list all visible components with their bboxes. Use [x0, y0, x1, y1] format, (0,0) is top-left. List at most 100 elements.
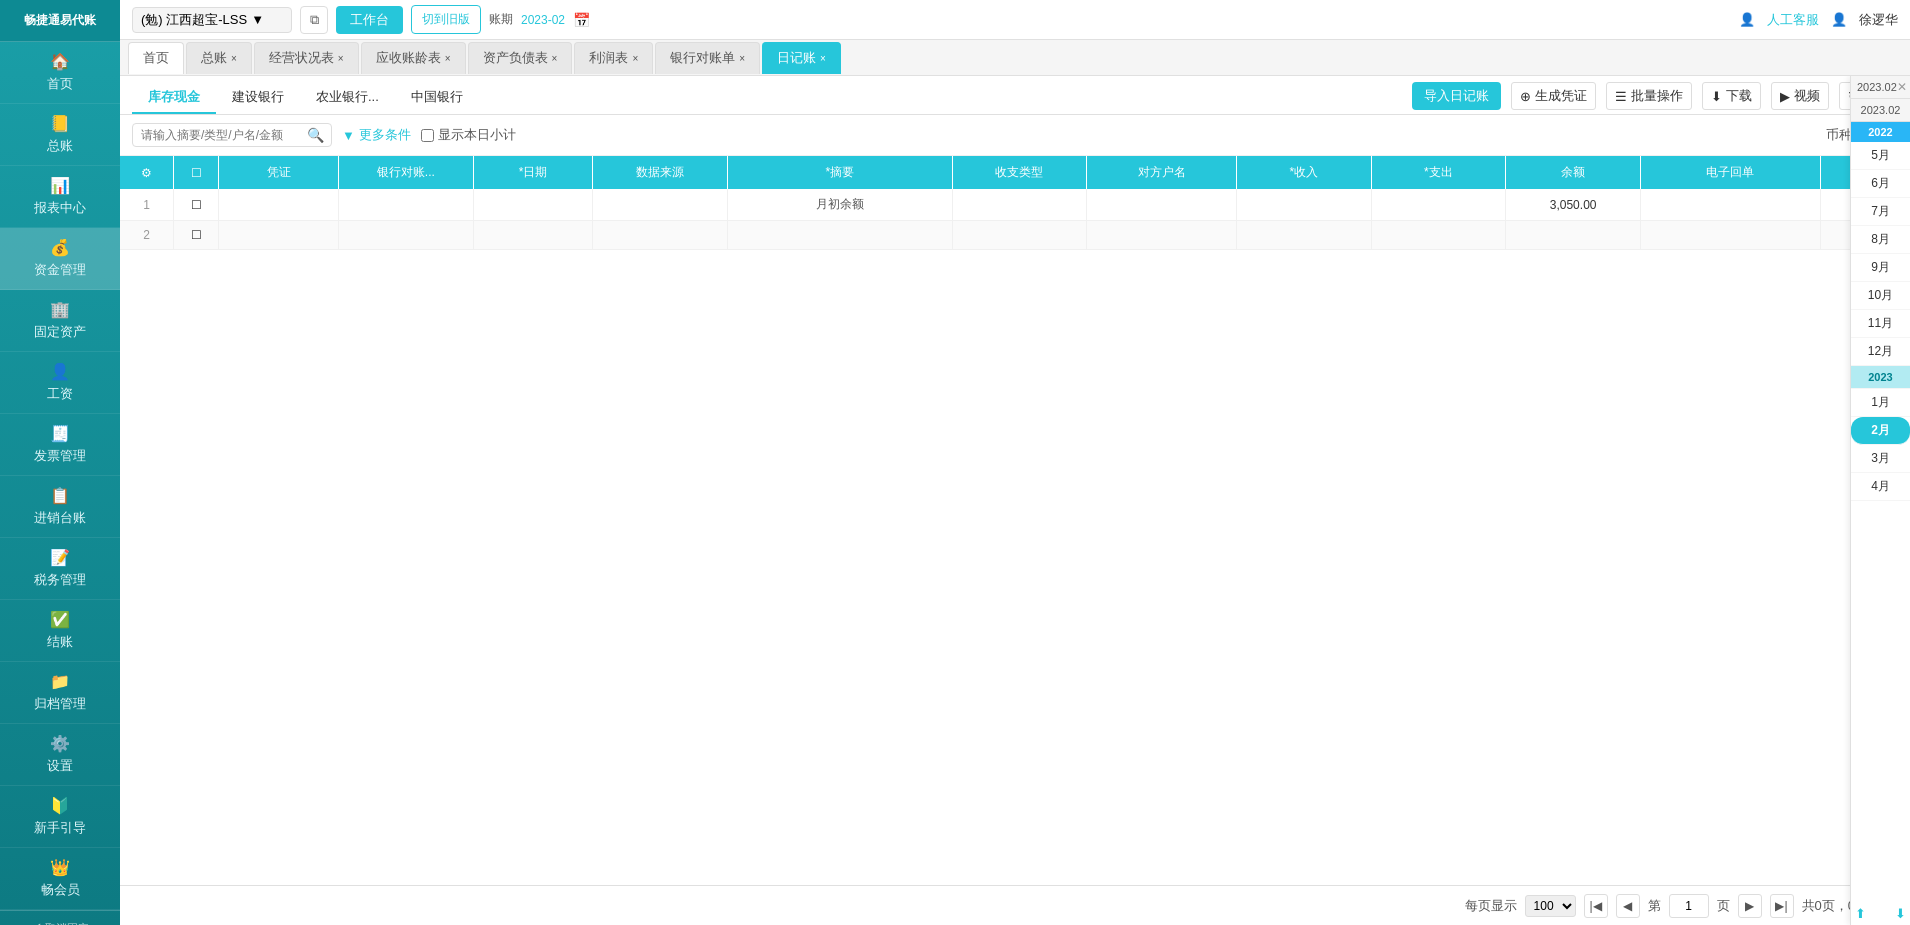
search-input[interactable] [132, 123, 332, 147]
row2-check[interactable]: ☐ [174, 221, 219, 250]
tab-status[interactable]: 经营状况表 × [254, 42, 359, 74]
subtab-abc[interactable]: 农业银行... [300, 82, 395, 114]
col-setting[interactable]: ⚙ [120, 156, 174, 189]
tab-home[interactable]: 首页 [128, 42, 184, 74]
month-8[interactable]: 8月 [1851, 226, 1910, 254]
page-size-select[interactable]: 100 50 200 [1525, 895, 1576, 917]
close-tab-receivable[interactable]: × [445, 53, 451, 64]
main-area: (勉) 江西超宝-LSS ▼ ⧉ 工作台 切到旧版 账期 2023-02 📅 👤… [120, 0, 1910, 925]
subtab-ccb[interactable]: 建设银行 [216, 82, 300, 114]
tab-profit[interactable]: 利润表 × [574, 42, 653, 74]
sidebar-item-guide[interactable]: 🔰 新手引导 [0, 786, 120, 848]
close-tab-status[interactable]: × [338, 53, 344, 64]
tax-icon: 📝 [50, 548, 70, 567]
first-page-button[interactable]: |◀ [1584, 894, 1608, 918]
row2-voucher [219, 221, 339, 250]
sidebar-item-ledger[interactable]: 📒 总账 [0, 104, 120, 166]
last-page-button[interactable]: ▶| [1770, 894, 1794, 918]
col-check[interactable]: ☐ [174, 156, 219, 189]
import-journal-button[interactable]: 导入日记账 [1412, 82, 1501, 110]
more-filter-button[interactable]: ▼ 更多条件 [342, 126, 411, 144]
company-selector[interactable]: (勉) 江西超宝-LSS ▼ [132, 7, 292, 33]
month-3-2023[interactable]: 3月 [1851, 445, 1910, 473]
table-row: 1 ☐ 月初余额 3,050.00 [120, 189, 1910, 221]
row2-index: 2 [120, 221, 174, 250]
topbar: (勉) 江西超宝-LSS ▼ ⧉ 工作台 切到旧版 账期 2023-02 📅 👤… [120, 0, 1910, 40]
month-12[interactable]: 12月 [1851, 338, 1910, 366]
switch-version-button[interactable]: 切到旧版 [411, 5, 481, 34]
sidebar-item-salary[interactable]: 👤 工资 [0, 352, 120, 414]
batch-operation-button[interactable]: ☰ 批量操作 [1606, 82, 1692, 110]
show-daily-total-checkbox[interactable]: 显示本日小计 [421, 126, 516, 144]
date-nav-prev[interactable]: ⬆ [1855, 906, 1866, 921]
col-balance: 余额 [1506, 156, 1641, 189]
copy-icon: ⧉ [310, 12, 319, 28]
row1-expense [1371, 189, 1506, 221]
month-4-2023[interactable]: 4月 [1851, 473, 1910, 501]
sidebar-item-member[interactable]: 👑 畅会员 [0, 848, 120, 910]
service-button[interactable]: 人工客服 [1767, 11, 1819, 29]
sidebar-item-settings[interactable]: ⚙️ 设置 [0, 724, 120, 786]
close-tab-assets[interactable]: × [552, 53, 558, 64]
sidebar-item-reports[interactable]: 📊 报表中心 [0, 166, 120, 228]
ledger-icon: 📒 [50, 114, 70, 133]
close-tab-profit[interactable]: × [632, 53, 638, 64]
tab-assets[interactable]: 资产负债表 × [468, 42, 573, 74]
col-expense: *支出 [1371, 156, 1506, 189]
period-value[interactable]: 2023-02 [521, 13, 565, 27]
sidebar-item-tax[interactable]: 📝 税务管理 [0, 538, 120, 600]
close-tab-journal[interactable]: × [820, 53, 826, 64]
page-number-input[interactable] [1669, 894, 1709, 918]
tab-bank-label: 银行对账单 [670, 49, 735, 67]
settings-icon: ⚙️ [50, 734, 70, 753]
sidebar-item-label: 总账 [47, 137, 73, 155]
tab-bank[interactable]: 银行对账单 × [655, 42, 760, 74]
sidebar-item-fixed[interactable]: 🏢 固定资产 [0, 290, 120, 352]
month-10[interactable]: 10月 [1851, 282, 1910, 310]
sidebar-item-sales[interactable]: 📋 进销台账 [0, 476, 120, 538]
prev-page-button[interactable]: ◀ [1616, 894, 1640, 918]
download-icon: ⬇ [1711, 89, 1722, 104]
subtab-cash[interactable]: 库存现金 [132, 82, 216, 114]
close-tab-bank[interactable]: × [739, 53, 745, 64]
col-opponent: 对方户名 [1087, 156, 1237, 189]
col-income: *收入 [1236, 156, 1371, 189]
sidebar-item-archive[interactable]: 📁 归档管理 [0, 662, 120, 724]
user-name[interactable]: 徐逻华 [1859, 11, 1898, 29]
subtab-boc[interactable]: 中国银行 [395, 82, 479, 114]
date-panel-close-icon[interactable]: ✕ [1897, 80, 1907, 94]
copy-button[interactable]: ⧉ [300, 6, 328, 34]
row1-check[interactable]: ☐ [174, 189, 219, 221]
month-2-2023[interactable]: 2月 [1851, 417, 1910, 445]
generate-voucher-button[interactable]: ⊕ 生成凭证 [1511, 82, 1596, 110]
sidebar-item-capital[interactable]: 💰 资金管理 [0, 228, 120, 290]
sidebar-item-invoice[interactable]: 🧾 发票管理 [0, 414, 120, 476]
row2-expense [1371, 221, 1506, 250]
video-button[interactable]: ▶ 视频 [1771, 82, 1829, 110]
unpin-button[interactable]: ◀ 取消固定 [0, 910, 120, 925]
row1-source [593, 189, 728, 221]
sidebar-item-home[interactable]: 🏠 首页 [0, 42, 120, 104]
close-period-icon: ✅ [50, 610, 70, 629]
workbench-button[interactable]: 工作台 [336, 6, 403, 34]
close-tab-ledger[interactable]: × [231, 53, 237, 64]
tab-ledger[interactable]: 总账 × [186, 42, 252, 74]
tab-journal[interactable]: 日记账 × [762, 42, 841, 74]
date-nav-next[interactable]: ⬇ [1895, 906, 1906, 921]
month-9[interactable]: 9月 [1851, 254, 1910, 282]
month-7[interactable]: 7月 [1851, 198, 1910, 226]
month-11[interactable]: 11月 [1851, 310, 1910, 338]
tab-receivable[interactable]: 应收账龄表 × [361, 42, 466, 74]
month-5[interactable]: 5月 [1851, 142, 1910, 170]
month-6[interactable]: 6月 [1851, 170, 1910, 198]
row2-source [593, 221, 728, 250]
calendar-icon[interactable]: 📅 [573, 12, 590, 28]
sidebar-item-close[interactable]: ✅ 结账 [0, 600, 120, 662]
daily-checkbox-input[interactable] [421, 129, 434, 142]
download-button[interactable]: ⬇ 下载 [1702, 82, 1761, 110]
col-ereceipt: 电子回单 [1640, 156, 1820, 189]
month-1-2023[interactable]: 1月 [1851, 389, 1910, 417]
reports-icon: 📊 [50, 176, 70, 195]
subtab-actions: 导入日记账 ⊕ 生成凭证 ☰ 批量操作 ⬇ 下载 ▶ [1412, 82, 1898, 114]
next-page-button[interactable]: ▶ [1738, 894, 1762, 918]
